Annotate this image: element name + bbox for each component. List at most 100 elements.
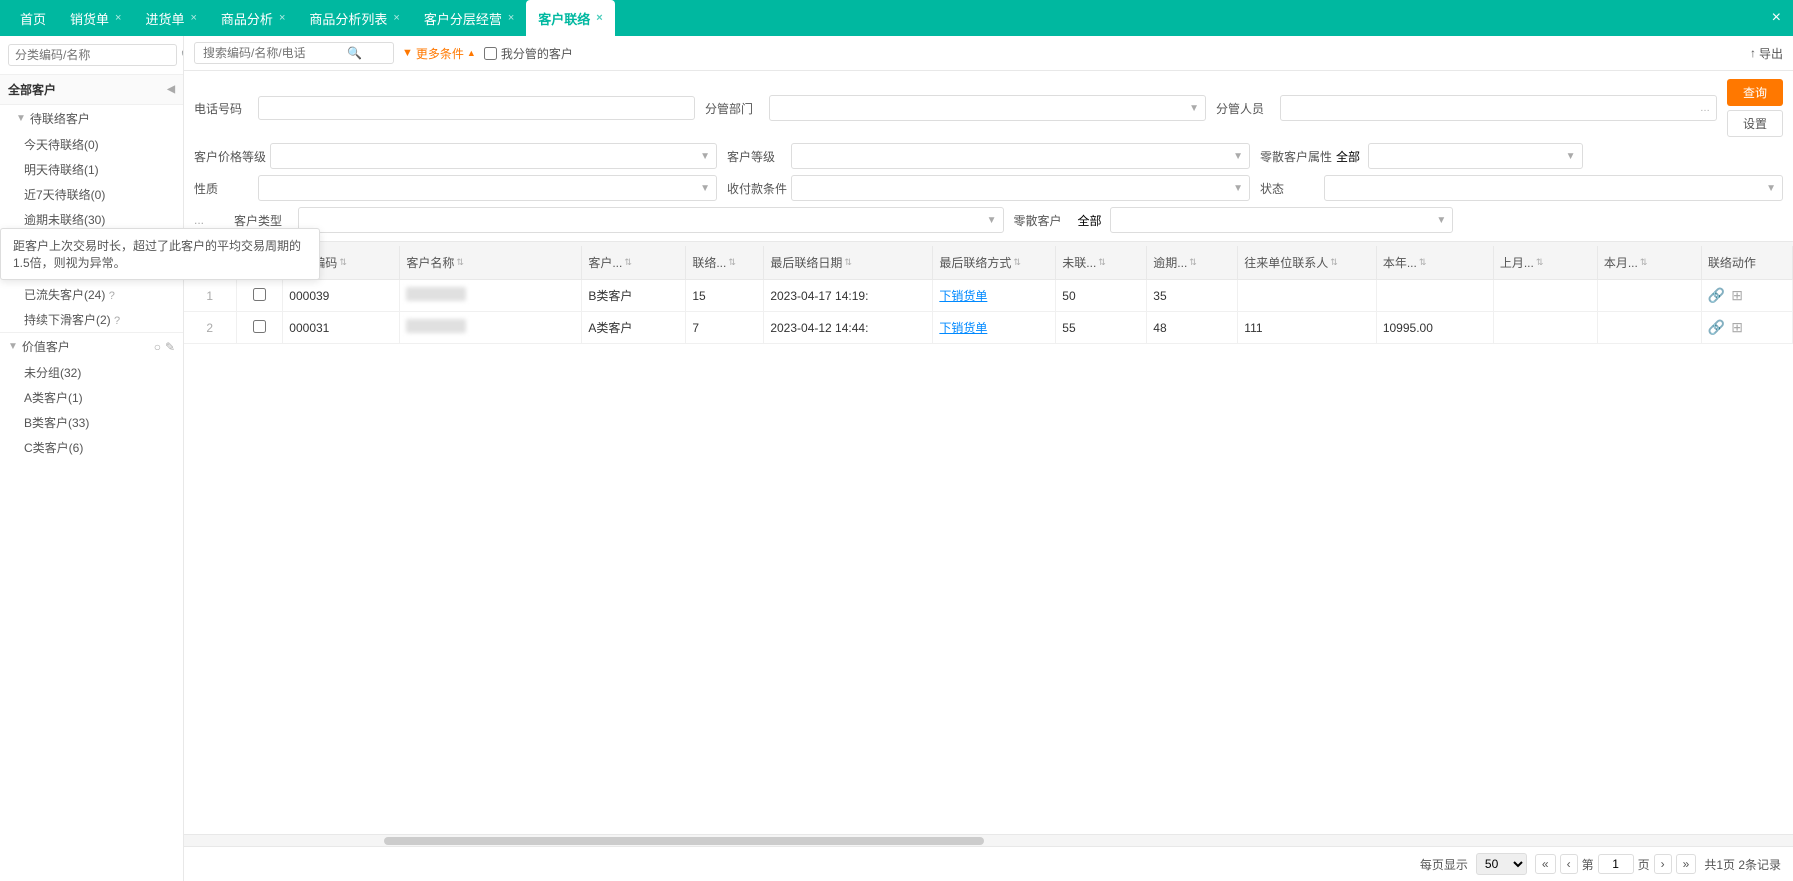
table-body: 1 000039 B类客户 15 2023-04-17 14:19: xyxy=(184,280,1793,344)
sidebar-item-tomorrow[interactable]: 明天待联络(1) xyxy=(0,157,183,182)
filter-phone: 电话号码 xyxy=(194,96,695,120)
horizontal-scrollbar[interactable] xyxy=(184,834,1793,846)
next-page-btn[interactable]: › xyxy=(1654,854,1672,874)
lastway-sort-icon[interactable]: ⇅ xyxy=(1013,257,1021,268)
row2-pending: 55 xyxy=(1056,312,1147,344)
gender-select[interactable]: ▼ xyxy=(258,175,717,201)
payment-arrow: ▼ xyxy=(1233,183,1243,194)
payment-select[interactable]: ▼ xyxy=(791,175,1250,201)
sidebar-group-pending[interactable]: ▼ 待联络客户 xyxy=(0,105,183,132)
manager-select[interactable]: … xyxy=(1280,95,1717,121)
customer-level-select[interactable]: ▼ xyxy=(791,143,1250,169)
page-number-input[interactable] xyxy=(1598,854,1634,874)
thisyear-sort-icon[interactable]: ⇅ xyxy=(1419,257,1427,268)
price-level-select[interactable]: ▼ xyxy=(270,143,717,169)
filter-gender: 性质 ▼ xyxy=(194,175,717,201)
query-button[interactable]: 查询 xyxy=(1727,79,1783,106)
filter-manager: 分管人员 … xyxy=(1216,95,1717,121)
nav-product-list-close[interactable]: × xyxy=(393,12,399,24)
row2-lastway-link[interactable]: 下销货单 xyxy=(939,321,987,335)
customer-type-label: 客户类型 xyxy=(234,212,294,229)
retail-customer-select[interactable]: ▼ xyxy=(1110,207,1454,233)
retail-attr-select[interactable]: ▼ xyxy=(1368,143,1582,169)
sidebar-search-input[interactable] xyxy=(8,44,177,66)
pending-sort-icon[interactable]: ⇅ xyxy=(1098,257,1106,268)
sidebar-item-class-a[interactable]: A类客户(1) xyxy=(0,385,183,410)
th-thismonth: 本月... ⇅ xyxy=(1597,246,1701,280)
row2-check[interactable] xyxy=(236,312,283,344)
dept-label: 分管部门 xyxy=(705,100,765,117)
nav-home[interactable]: 首页 xyxy=(8,0,58,36)
contact-person-sort-icon[interactable]: ⇅ xyxy=(1330,257,1338,268)
global-close-button[interactable]: × xyxy=(1772,9,1781,27)
sidebar-item-lost[interactable]: 已流失客户(24) ? xyxy=(0,282,183,307)
row1-link-icon[interactable]: 🔗 xyxy=(1708,287,1725,304)
row2-num: 2 xyxy=(184,312,236,344)
row2-contact-person: 111 xyxy=(1238,312,1377,344)
nav-customer-tiers-close[interactable]: × xyxy=(508,12,514,24)
overdue-sort-icon[interactable]: ⇅ xyxy=(1189,257,1197,268)
nav-sales-close[interactable]: × xyxy=(115,12,121,24)
page-suffix: 页 xyxy=(1638,856,1650,873)
scroll-thumb[interactable] xyxy=(384,837,984,845)
status-label: 状态 xyxy=(1260,180,1320,197)
row2-code: 000031 xyxy=(283,312,400,344)
nav-sales[interactable]: 销货单 × xyxy=(58,0,133,36)
customer-type-select[interactable]: ▼ xyxy=(298,207,1004,233)
my-customers-checkbox[interactable] xyxy=(484,47,497,60)
pending-group-label: 待联络客户 xyxy=(30,110,90,127)
export-button[interactable]: ↑ 导出 xyxy=(1750,45,1783,62)
nav-customer-tiers[interactable]: 客户分层经营 × xyxy=(412,0,526,36)
nav-purchase-close[interactable]: × xyxy=(190,12,196,24)
lastdate-sort-icon[interactable]: ⇅ xyxy=(844,257,852,268)
row2-link-icon[interactable]: 🔗 xyxy=(1708,319,1725,336)
dept-select[interactable]: ▼ xyxy=(769,95,1206,121)
all-customers-header[interactable]: 全部客户 ◀ xyxy=(0,75,183,105)
row2-checkbox[interactable] xyxy=(253,320,266,333)
row2-qr-icon[interactable]: ⊞ xyxy=(1731,319,1743,336)
page-nav: « ‹ 第 页 › » xyxy=(1535,854,1696,874)
nav-product-list[interactable]: 商品分析列表 × xyxy=(297,0,411,36)
row1-check[interactable] xyxy=(236,280,283,312)
first-page-btn[interactable]: « xyxy=(1535,854,1556,874)
type-sort-icon[interactable]: ⇅ xyxy=(624,257,632,268)
row1-checkbox[interactable] xyxy=(253,288,266,301)
sidebar-item-class-b[interactable]: B类客户(33) xyxy=(0,410,183,435)
value-group-edit-icon[interactable]: ○ xyxy=(154,340,161,354)
name-sort-icon[interactable]: ⇅ xyxy=(456,257,464,268)
code-sort-icon[interactable]: ⇅ xyxy=(339,257,347,268)
contacts-sort-icon[interactable]: ⇅ xyxy=(728,257,736,268)
prev-page-btn[interactable]: ‹ xyxy=(1560,854,1578,874)
last-page-btn[interactable]: » xyxy=(1676,854,1697,874)
manager-select-arrow: … xyxy=(1700,103,1710,114)
sidebar-collapse-icon[interactable]: ◀ xyxy=(167,84,175,95)
filter-retail-customer: 零散客户 全部 ▼ xyxy=(1014,207,1784,233)
value-group-settings-icon[interactable]: ✎ xyxy=(165,340,175,354)
status-select[interactable]: ▼ xyxy=(1324,175,1783,201)
row1-num: 1 xyxy=(184,280,236,312)
my-customers-checkbox-wrap[interactable]: 我分管的客户 xyxy=(484,45,573,62)
row1-lastway-link[interactable]: 下销货单 xyxy=(939,289,987,303)
nav-customer-contact[interactable]: 客户联络 × xyxy=(526,0,614,36)
nav-product-analysis-close[interactable]: × xyxy=(279,12,285,24)
setting-button[interactable]: 设置 xyxy=(1727,110,1783,137)
lastmonth-sort-icon[interactable]: ⇅ xyxy=(1536,257,1544,268)
sidebar-group-value[interactable]: ▼ 价值客户 ○ ✎ xyxy=(0,332,183,360)
sidebar-item-unclassified[interactable]: 未分组(32) xyxy=(0,360,183,385)
search-input[interactable] xyxy=(203,46,343,60)
sidebar-item-today[interactable]: 今天待联络(0) xyxy=(0,132,183,157)
nav-customer-contact-close[interactable]: × xyxy=(596,12,602,24)
row1-qr-icon[interactable]: ⊞ xyxy=(1731,287,1743,304)
search-bar-icon[interactable]: 🔍 xyxy=(347,46,362,60)
sidebar-item-declining[interactable]: 持续下滑客户(2) ? xyxy=(0,307,183,332)
sidebar-item-7days[interactable]: 近7天待联络(0) xyxy=(0,182,183,207)
nav-product-analysis[interactable]: 商品分析 × xyxy=(209,0,297,36)
thismonth-sort-icon[interactable]: ⇅ xyxy=(1640,257,1648,268)
sidebar-item-class-c[interactable]: C类客户(6) xyxy=(0,435,183,460)
phone-input[interactable] xyxy=(258,96,695,120)
top-nav: 首页 销货单 × 进货单 × 商品分析 × 商品分析列表 × 客户分层经营 × … xyxy=(0,0,1793,36)
nav-purchase[interactable]: 进货单 × xyxy=(133,0,208,36)
more-conditions-btn[interactable]: ▼ 更多条件 ▲ xyxy=(402,45,476,62)
page-size-select[interactable]: 50 20 100 xyxy=(1476,853,1527,875)
th-type: 客户... ⇅ xyxy=(582,246,686,280)
